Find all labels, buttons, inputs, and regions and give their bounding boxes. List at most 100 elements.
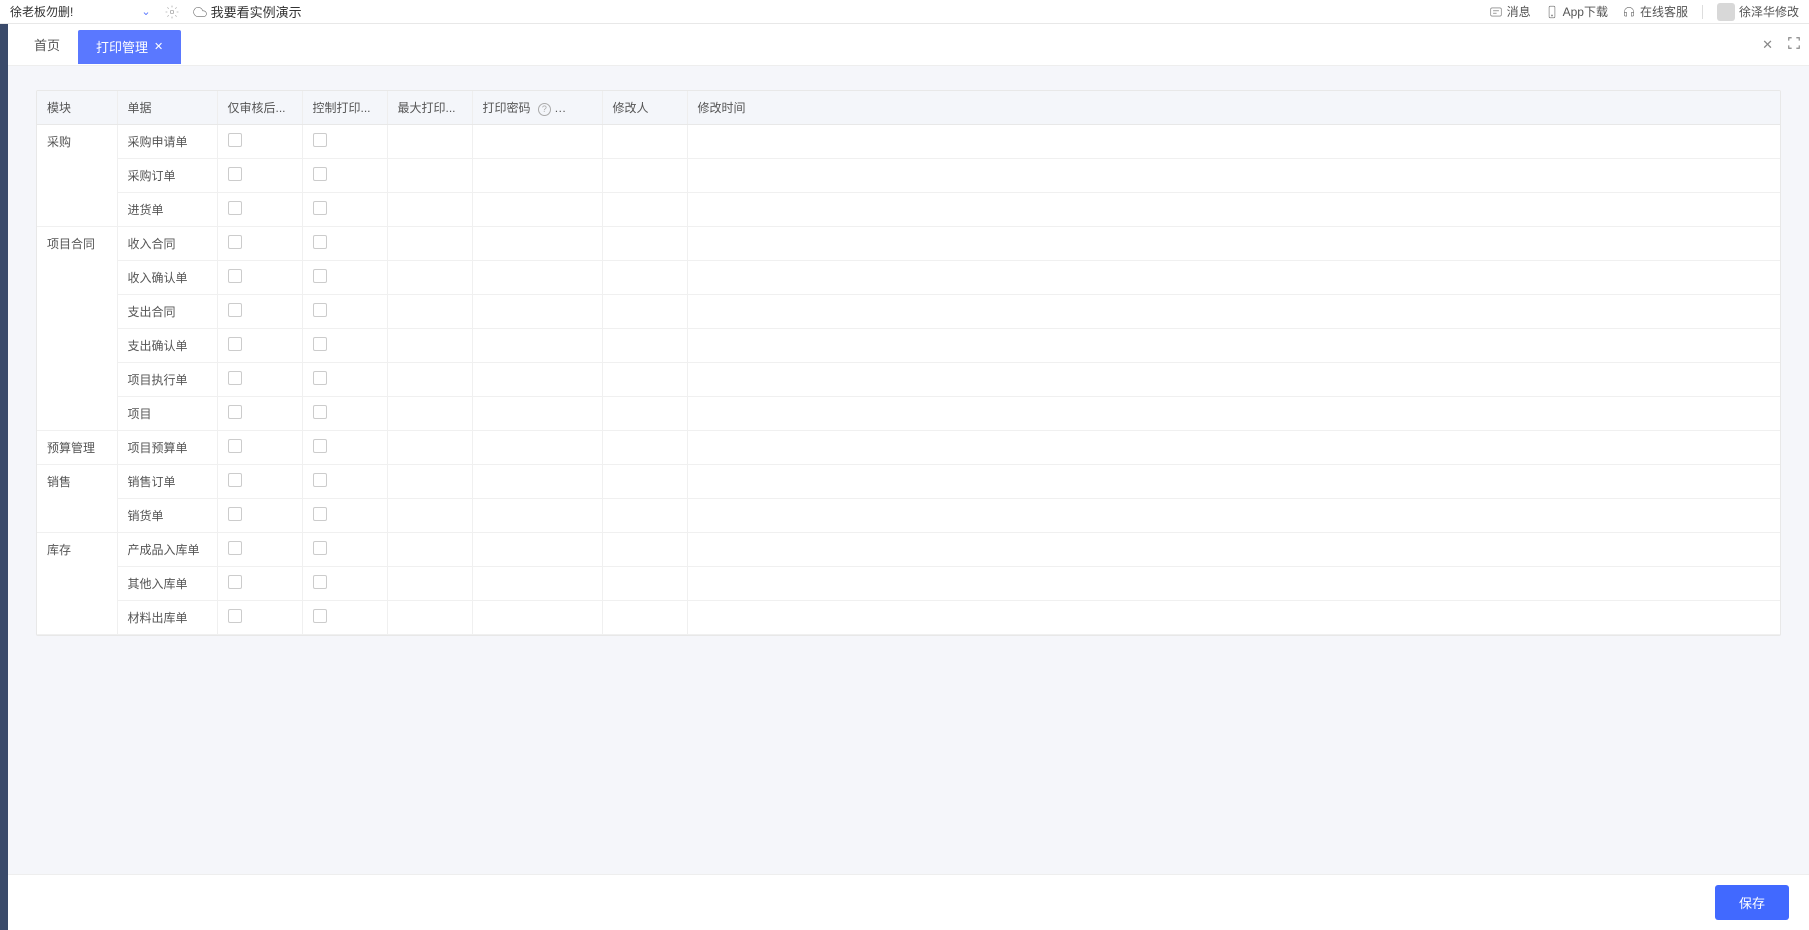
tab-print-manage[interactable]: 打印管理 ✕ bbox=[78, 30, 181, 64]
control-print-checkbox[interactable] bbox=[313, 507, 327, 521]
headset-icon bbox=[1622, 5, 1636, 19]
cell-print-password[interactable] bbox=[472, 533, 602, 567]
close-icon[interactable]: ✕ bbox=[154, 40, 163, 53]
cell-print-password[interactable] bbox=[472, 261, 602, 295]
cell-max-print[interactable] bbox=[387, 499, 472, 533]
table-container: 模块 单据 仅审核后... 控制打印... 最大打印... 打印密码 ? bbox=[36, 90, 1781, 636]
cell-audit-only bbox=[217, 533, 302, 567]
cell-print-password[interactable] bbox=[472, 397, 602, 431]
cell-modify-time bbox=[687, 329, 1780, 363]
cell-max-print[interactable] bbox=[387, 329, 472, 363]
cell-max-print[interactable] bbox=[387, 363, 472, 397]
tab-home[interactable]: 首页 bbox=[16, 24, 78, 66]
audit-only-checkbox[interactable] bbox=[228, 269, 242, 283]
audit-only-checkbox[interactable] bbox=[228, 133, 242, 147]
control-print-checkbox[interactable] bbox=[313, 405, 327, 419]
cell-modifier bbox=[602, 363, 687, 397]
table-scroll[interactable]: 模块 单据 仅审核后... 控制打印... 最大打印... 打印密码 ? bbox=[37, 91, 1780, 635]
app-download-link[interactable]: App下载 bbox=[1545, 3, 1608, 20]
control-print-checkbox[interactable] bbox=[313, 473, 327, 487]
control-print-checkbox[interactable] bbox=[313, 609, 327, 623]
cell-max-print[interactable] bbox=[387, 125, 472, 159]
cell-max-print[interactable] bbox=[387, 397, 472, 431]
message-text: 消息 bbox=[1507, 3, 1531, 20]
audit-only-checkbox[interactable] bbox=[228, 575, 242, 589]
org-dropdown[interactable]: 徐老板勿删! ⌄ bbox=[10, 3, 151, 20]
cell-print-password[interactable] bbox=[472, 193, 602, 227]
cell-print-password[interactable] bbox=[472, 227, 602, 261]
cell-max-print[interactable] bbox=[387, 227, 472, 261]
control-print-checkbox[interactable] bbox=[313, 575, 327, 589]
cell-modify-time bbox=[687, 193, 1780, 227]
cell-print-password[interactable] bbox=[472, 125, 602, 159]
cell-max-print[interactable] bbox=[387, 159, 472, 193]
audit-only-checkbox[interactable] bbox=[228, 303, 242, 317]
cell-module: 预算管理 bbox=[37, 431, 117, 465]
control-print-checkbox[interactable] bbox=[313, 439, 327, 453]
cell-max-print[interactable] bbox=[387, 295, 472, 329]
audit-only-checkbox[interactable] bbox=[228, 473, 242, 487]
cell-module: 项目合同 bbox=[37, 227, 117, 431]
cell-max-print[interactable] bbox=[387, 533, 472, 567]
cell-print-password[interactable] bbox=[472, 567, 602, 601]
audit-only-checkbox[interactable] bbox=[228, 507, 242, 521]
cell-print-password[interactable] bbox=[472, 295, 602, 329]
table-row: 项目执行单 bbox=[37, 363, 1780, 397]
cell-max-print[interactable] bbox=[387, 431, 472, 465]
cell-modifier bbox=[602, 431, 687, 465]
control-print-checkbox[interactable] bbox=[313, 235, 327, 249]
control-print-checkbox[interactable] bbox=[313, 167, 327, 181]
close-all-icon[interactable]: ✕ bbox=[1762, 37, 1773, 53]
cell-print-password[interactable] bbox=[472, 601, 602, 635]
control-print-checkbox[interactable] bbox=[313, 541, 327, 555]
table-row: 库存产成品入库单 bbox=[37, 533, 1780, 567]
app-download-text: App下载 bbox=[1563, 3, 1608, 20]
edit-icon[interactable] bbox=[584, 100, 596, 112]
cell-modifier bbox=[602, 227, 687, 261]
control-print-checkbox[interactable] bbox=[313, 201, 327, 215]
audit-only-checkbox[interactable] bbox=[228, 201, 242, 215]
table-header-row: 模块 单据 仅审核后... 控制打印... 最大打印... 打印密码 ? bbox=[37, 91, 1780, 125]
cell-print-password[interactable] bbox=[472, 363, 602, 397]
message-link[interactable]: 消息 bbox=[1489, 3, 1531, 20]
cell-max-print[interactable] bbox=[387, 261, 472, 295]
sidebar[interactable] bbox=[0, 24, 8, 930]
user-menu[interactable]: 徐泽华修改 bbox=[1717, 3, 1799, 21]
cell-module: 销售 bbox=[37, 465, 117, 533]
fullscreen-icon[interactable] bbox=[1787, 36, 1801, 53]
demo-link[interactable]: 我要看实例演示 bbox=[193, 2, 302, 21]
control-print-checkbox[interactable] bbox=[313, 303, 327, 317]
audit-only-checkbox[interactable] bbox=[228, 405, 242, 419]
cell-control-print bbox=[302, 227, 387, 261]
control-print-checkbox[interactable] bbox=[313, 337, 327, 351]
cell-max-print[interactable] bbox=[387, 193, 472, 227]
cell-document: 采购订单 bbox=[117, 159, 217, 193]
cell-audit-only bbox=[217, 499, 302, 533]
audit-only-checkbox[interactable] bbox=[228, 337, 242, 351]
control-print-checkbox[interactable] bbox=[313, 133, 327, 147]
cell-max-print[interactable] bbox=[387, 567, 472, 601]
cell-audit-only bbox=[217, 261, 302, 295]
org-name: 徐老板勿删! bbox=[10, 3, 73, 20]
audit-only-checkbox[interactable] bbox=[228, 439, 242, 453]
cell-print-password[interactable] bbox=[472, 465, 602, 499]
cell-print-password[interactable] bbox=[472, 431, 602, 465]
cell-max-print[interactable] bbox=[387, 465, 472, 499]
audit-only-checkbox[interactable] bbox=[228, 609, 242, 623]
save-button[interactable]: 保存 bbox=[1715, 885, 1789, 920]
cell-print-password[interactable] bbox=[472, 159, 602, 193]
audit-only-checkbox[interactable] bbox=[228, 235, 242, 249]
cell-max-print[interactable] bbox=[387, 601, 472, 635]
online-service-link[interactable]: 在线客服 bbox=[1622, 3, 1688, 20]
help-icon[interactable]: ? bbox=[538, 103, 551, 116]
control-print-checkbox[interactable] bbox=[313, 371, 327, 385]
audit-only-checkbox[interactable] bbox=[228, 167, 242, 181]
cell-print-password[interactable] bbox=[472, 499, 602, 533]
cell-print-password[interactable] bbox=[472, 329, 602, 363]
online-service-text: 在线客服 bbox=[1640, 3, 1688, 20]
audit-only-checkbox[interactable] bbox=[228, 371, 242, 385]
gear-icon[interactable] bbox=[165, 5, 179, 19]
audit-only-checkbox[interactable] bbox=[228, 541, 242, 555]
table-row: 材料出库单 bbox=[37, 601, 1780, 635]
control-print-checkbox[interactable] bbox=[313, 269, 327, 283]
